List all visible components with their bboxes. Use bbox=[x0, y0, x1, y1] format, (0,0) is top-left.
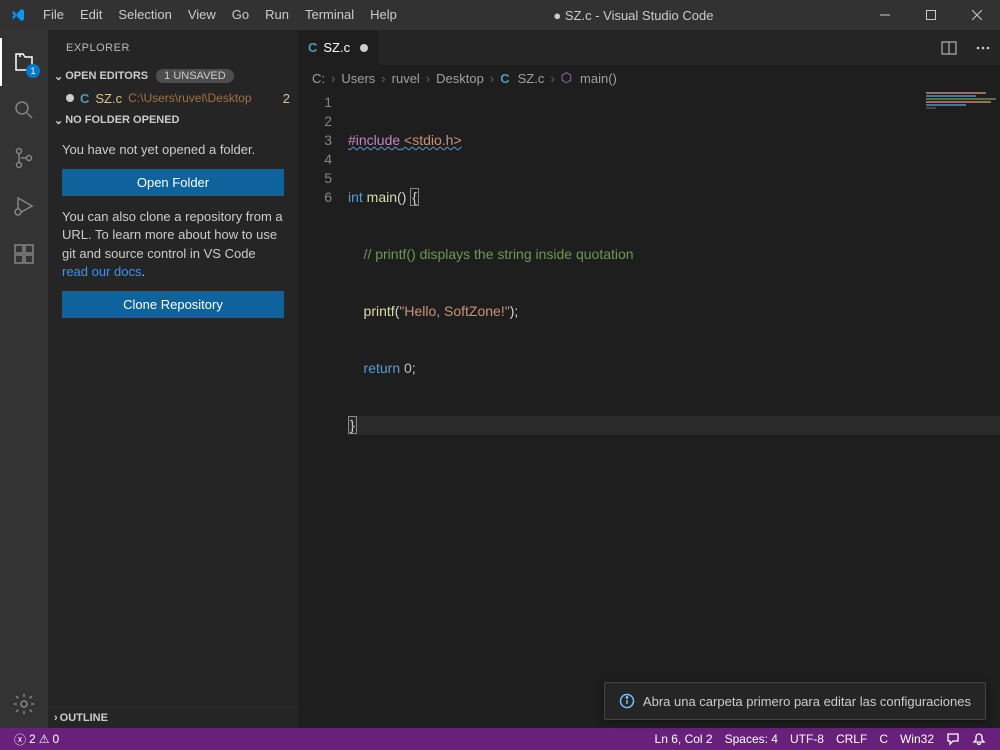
tab-sz-c[interactable]: C SZ.c bbox=[298, 30, 379, 65]
menu-bar: File Edit Selection View Go Run Terminal… bbox=[35, 0, 405, 30]
activity-extensions[interactable] bbox=[0, 230, 48, 278]
window-title: ● SZ.c - Visual Studio Code bbox=[405, 8, 862, 23]
outline-header[interactable]: › OUTLINE bbox=[48, 706, 298, 728]
no-folder-message: You have not yet opened a folder. bbox=[62, 141, 284, 159]
activity-explorer[interactable]: 1 bbox=[0, 38, 48, 86]
line-gutter: 123456 bbox=[298, 91, 348, 728]
sidebar: EXPLORER ⌄ OPEN EDITORS 1 UNSAVED C SZ.c… bbox=[48, 30, 298, 728]
read-our-docs-link[interactable]: read our docs bbox=[62, 264, 142, 279]
status-feedback[interactable] bbox=[940, 728, 966, 750]
menu-edit[interactable]: Edit bbox=[72, 0, 110, 30]
error-icon: ⓧ bbox=[14, 731, 26, 748]
status-encoding[interactable]: UTF-8 bbox=[784, 728, 830, 750]
open-editors-header[interactable]: ⌄ OPEN EDITORS 1 UNSAVED bbox=[48, 65, 298, 87]
no-folder-body: You have not yet opened a folder. Open F… bbox=[48, 131, 298, 340]
notification-toast[interactable]: Abra una carpeta primero para editar las… bbox=[604, 682, 986, 720]
status-notifications[interactable] bbox=[966, 728, 992, 750]
breadcrumb-symbol[interactable]: main() bbox=[580, 71, 617, 86]
breadcrumb-file[interactable]: SZ.c bbox=[518, 71, 545, 86]
vscode-logo-icon bbox=[0, 7, 35, 23]
activity-run-debug[interactable] bbox=[0, 182, 48, 230]
chevron-down-icon: ⌄ bbox=[54, 114, 63, 127]
c-file-icon: C bbox=[308, 40, 317, 55]
open-editor-item[interactable]: C SZ.c C:\Users\ruvel\Desktop 2 bbox=[48, 87, 298, 109]
chevron-down-icon: ⌄ bbox=[54, 70, 63, 83]
breadcrumb[interactable]: C:› Users› ruvel› Desktop› C SZ.c› ⬡ mai… bbox=[298, 65, 1000, 91]
breadcrumb-part[interactable]: Desktop bbox=[436, 71, 484, 86]
status-spaces[interactable]: Spaces: 4 bbox=[719, 728, 784, 750]
menu-run[interactable]: Run bbox=[257, 0, 297, 30]
c-file-icon: C bbox=[500, 71, 509, 86]
c-file-icon: C bbox=[80, 91, 89, 106]
breadcrumb-part[interactable]: ruvel bbox=[392, 71, 420, 86]
menu-go[interactable]: Go bbox=[224, 0, 257, 30]
open-editor-problems-count: 2 bbox=[283, 91, 290, 106]
warning-icon: ⚠ bbox=[39, 732, 50, 746]
open-editors-label: OPEN EDITORS bbox=[65, 70, 148, 82]
breadcrumb-part[interactable]: C: bbox=[312, 71, 325, 86]
status-bar: ⓧ2 ⚠0 Ln 6, Col 2 Spaces: 4 UTF-8 CRLF C… bbox=[0, 728, 1000, 750]
breadcrumb-part[interactable]: Users bbox=[341, 71, 375, 86]
clone-repository-button[interactable]: Clone Repository bbox=[62, 291, 284, 318]
no-folder-header[interactable]: ⌄ NO FOLDER OPENED bbox=[48, 109, 298, 131]
unsaved-badge: 1 UNSAVED bbox=[156, 69, 234, 83]
sidebar-title: EXPLORER bbox=[48, 30, 298, 65]
open-editor-filepath: C:\Users\ruvel\Desktop bbox=[128, 91, 283, 105]
status-problems[interactable]: ⓧ2 ⚠0 bbox=[8, 728, 65, 750]
split-editor-button[interactable] bbox=[932, 30, 966, 65]
unsaved-dot-icon bbox=[360, 44, 368, 52]
editor-area: C SZ.c C:› Users› ruvel› Desktop› C SZ.c… bbox=[298, 30, 1000, 728]
menu-file[interactable]: File bbox=[35, 0, 72, 30]
no-folder-label: NO FOLDER OPENED bbox=[65, 114, 179, 126]
close-button[interactable] bbox=[954, 0, 1000, 30]
maximize-button[interactable] bbox=[908, 0, 954, 30]
menu-help[interactable]: Help bbox=[362, 0, 405, 30]
menu-terminal[interactable]: Terminal bbox=[297, 0, 362, 30]
status-ln-col[interactable]: Ln 6, Col 2 bbox=[649, 728, 719, 750]
editor-tabs: C SZ.c bbox=[298, 30, 1000, 65]
menu-selection[interactable]: Selection bbox=[110, 0, 179, 30]
open-folder-button[interactable]: Open Folder bbox=[62, 169, 284, 196]
activity-search[interactable] bbox=[0, 86, 48, 134]
title-bar: File Edit Selection View Go Run Terminal… bbox=[0, 0, 1000, 30]
open-editor-filename: SZ.c bbox=[95, 91, 122, 106]
clone-info-message: You can also clone a repository from a U… bbox=[62, 208, 284, 281]
code-content[interactable]: #include <stdio.h> int main() { // print… bbox=[348, 91, 1000, 728]
info-icon bbox=[619, 693, 635, 709]
tab-label: SZ.c bbox=[323, 40, 350, 55]
unsaved-dot-icon bbox=[66, 94, 74, 102]
minimize-button[interactable] bbox=[862, 0, 908, 30]
notification-text: Abra una carpeta primero para editar las… bbox=[643, 694, 971, 709]
activity-source-control[interactable] bbox=[0, 134, 48, 182]
activity-settings[interactable] bbox=[0, 680, 48, 728]
window-controls bbox=[862, 0, 1000, 30]
status-eol[interactable]: CRLF bbox=[830, 728, 873, 750]
symbol-method-icon: ⬡ bbox=[561, 70, 572, 86]
minimap[interactable] bbox=[920, 91, 1000, 728]
status-language[interactable]: C bbox=[873, 728, 894, 750]
more-actions-button[interactable] bbox=[966, 30, 1000, 65]
activity-bar: 1 bbox=[0, 30, 48, 728]
menu-view[interactable]: View bbox=[180, 0, 224, 30]
outline-label: OUTLINE bbox=[60, 712, 108, 724]
status-platform[interactable]: Win32 bbox=[894, 728, 940, 750]
code-editor[interactable]: 123456 #include <stdio.h> int main() { /… bbox=[298, 91, 1000, 728]
chevron-right-icon: › bbox=[54, 712, 58, 724]
explorer-badge: 1 bbox=[26, 64, 40, 78]
